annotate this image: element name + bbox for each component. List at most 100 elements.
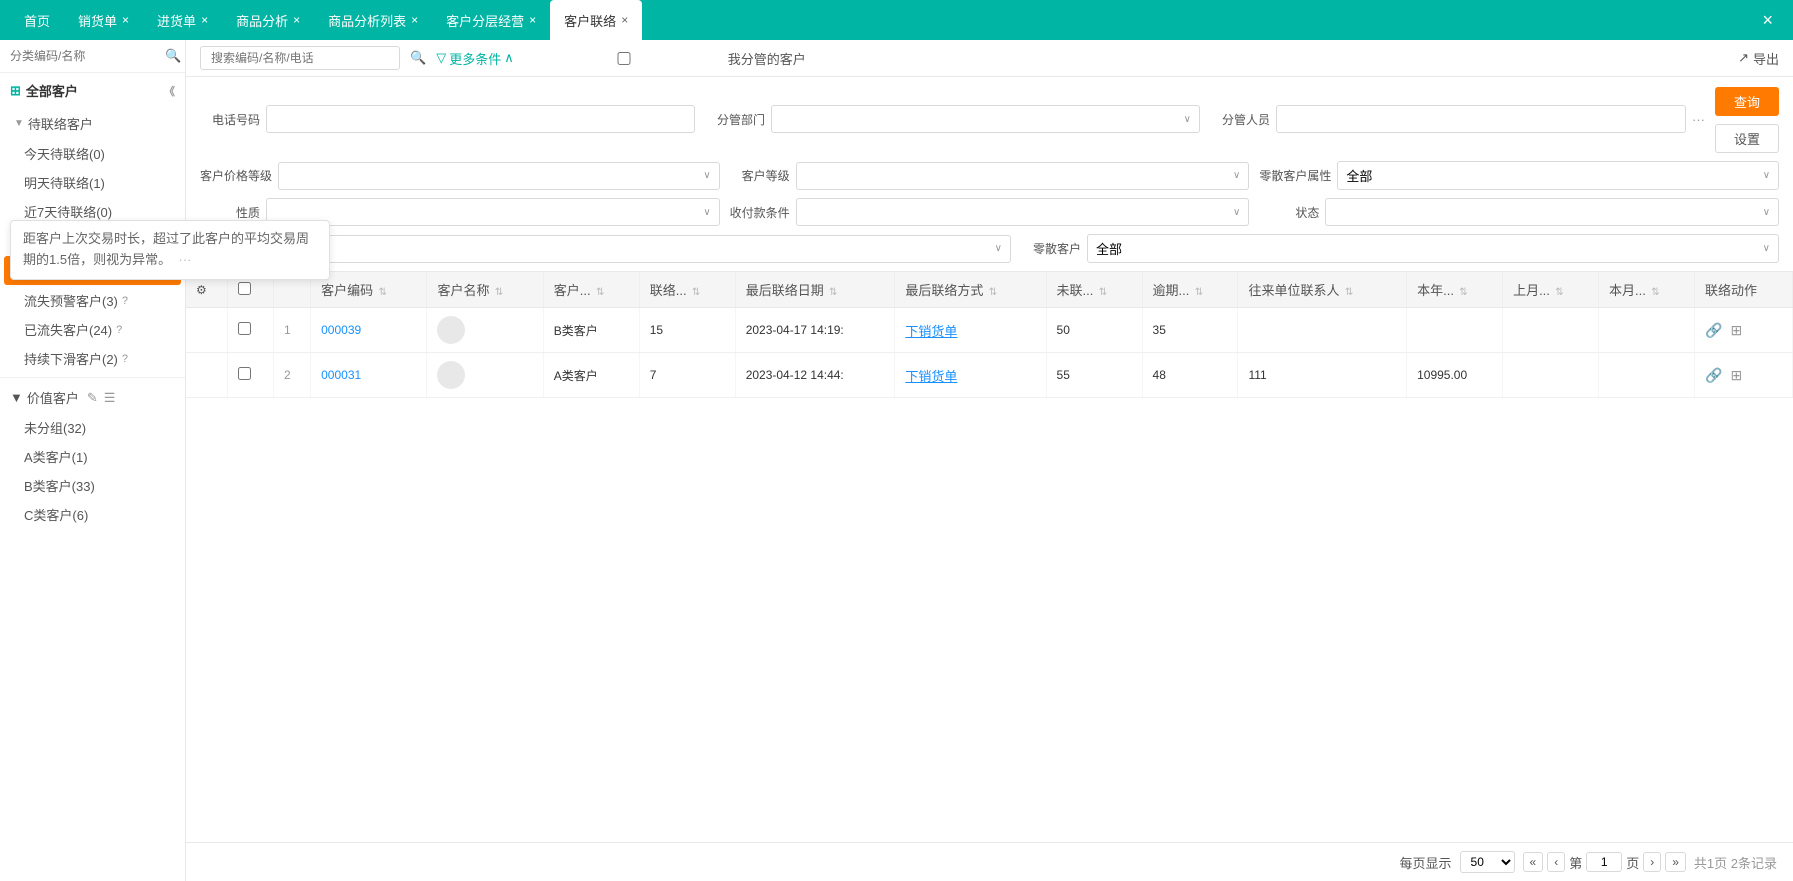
all-customers-header[interactable]: ⊞ 全部客户 《 xyxy=(0,73,185,108)
search-input[interactable] xyxy=(200,46,400,70)
sidebar-churned[interactable]: 已流失客户(24) ? xyxy=(0,315,185,344)
first-page-btn[interactable]: « xyxy=(1523,852,1544,872)
phone-input[interactable] xyxy=(266,105,695,133)
tri-icon: ▼ xyxy=(14,118,24,129)
col-last-date[interactable]: 最后联络日期 ⇅ xyxy=(735,272,895,308)
sidebar-search-input[interactable] xyxy=(10,49,165,63)
nav-analysis[interactable]: 商品分析 × xyxy=(222,0,314,40)
sidebar-a-class[interactable]: A类客户(1) xyxy=(0,442,185,471)
nav-analysis-list[interactable]: 商品分析列表 × xyxy=(314,0,432,40)
row1-link-icon[interactable]: 🔗 xyxy=(1705,322,1722,339)
customer-grade-chevron: ∨ xyxy=(1233,170,1240,181)
pending-contact-header[interactable]: ▼ 待联络客户 xyxy=(0,108,185,139)
col-this-month[interactable]: 本月... ⇅ xyxy=(1599,272,1695,308)
col-last-month[interactable]: 上月... ⇅ xyxy=(1503,272,1599,308)
scatter-customer-chevron: ∨ xyxy=(1763,243,1770,254)
nav-sales[interactable]: 销货单 × xyxy=(64,0,143,40)
col-last-method[interactable]: 最后联络方式 ⇅ xyxy=(895,272,1046,308)
price-grade-select[interactable]: ∨ xyxy=(278,162,720,190)
manager-dots[interactable]: ··· xyxy=(1692,112,1705,127)
sidebar-search-icon[interactable]: 🔍 xyxy=(165,48,181,64)
row2-qr-icon[interactable]: ⊞ xyxy=(1730,367,1742,384)
nature-select[interactable]: ∨ xyxy=(266,198,720,226)
nav-close-sales[interactable]: × xyxy=(122,13,129,27)
row1-code[interactable]: 000039 xyxy=(311,308,427,353)
payment-chevron: ∨ xyxy=(1233,207,1240,218)
content-area: 🔍 ▽ 更多条件 ∧ 我分管的客户 ↗ 导出 电话号码 xyxy=(186,40,1793,881)
nav-close-customer-tier[interactable]: × xyxy=(529,13,536,27)
config-icon[interactable]: ☰ xyxy=(104,390,116,406)
nav-close-all[interactable]: × xyxy=(1752,10,1783,31)
row1-check[interactable] xyxy=(238,322,251,335)
customer-grade-label: 客户等级 xyxy=(730,167,790,184)
nav-close-purchase[interactable]: × xyxy=(201,13,208,27)
col-unreturned[interactable]: 未联... ⇅ xyxy=(1046,272,1142,308)
col-action: 联络动作 xyxy=(1695,272,1793,308)
row2-last-method[interactable]: 下销货单 xyxy=(895,353,1046,398)
next-page-btn[interactable]: › xyxy=(1643,852,1661,872)
col-contact[interactable]: 联络... ⇅ xyxy=(639,272,735,308)
sort-overdue-icon: ⇅ xyxy=(1195,287,1203,298)
col-overdue[interactable]: 逾期... ⇅ xyxy=(1142,272,1238,308)
nav-close-customer-contact[interactable]: × xyxy=(621,13,628,27)
row1-qr-icon[interactable]: ⊞ xyxy=(1730,322,1742,339)
sidebar-churn-warning[interactable]: 流失预警客户(3) ? xyxy=(0,286,185,315)
last-page-btn[interactable]: » xyxy=(1665,852,1686,872)
nav-customer-tier[interactable]: 客户分层经营 × xyxy=(432,0,550,40)
sidebar-c-class[interactable]: C类客户(6) xyxy=(0,500,185,529)
dept-select[interactable]: ∨ xyxy=(771,105,1200,133)
row1-last-method[interactable]: 下销货单 xyxy=(895,308,1046,353)
col-unit-contacts[interactable]: 往来单位联系人 ⇅ xyxy=(1238,272,1407,308)
col-this-year[interactable]: 本年... ⇅ xyxy=(1407,272,1503,308)
row1-method-link[interactable]: 下销货单 xyxy=(905,324,957,339)
main-layout: 🔍 ⊞ 全部客户 《 ▼ 待联络客户 今天待联络(0) 明天待联络(1) 近7天… xyxy=(0,40,1793,881)
nav-purchase[interactable]: 进货单 × xyxy=(143,0,222,40)
col-name[interactable]: 客户名称 ⇅ xyxy=(427,272,543,308)
scatter-customer-select[interactable]: 全部 ∨ xyxy=(1087,234,1779,263)
edit-icon[interactable]: ✎ xyxy=(87,390,98,406)
row1-name xyxy=(427,308,543,353)
my-customers-checkbox[interactable]: 我分管的客户 xyxy=(524,49,806,68)
row2-method-link[interactable]: 下销货单 xyxy=(905,369,957,384)
sidebar-today-contact[interactable]: 今天待联络(0) xyxy=(0,139,185,168)
page-size-select[interactable]: 50 20 100 xyxy=(1460,851,1515,873)
sidebar-tomorrow-contact[interactable]: 明天待联络(1) xyxy=(0,168,185,197)
filter-search-icon[interactable]: 🔍 xyxy=(410,50,426,66)
settings-button[interactable]: 设置 xyxy=(1715,124,1779,153)
value-customer-header[interactable]: ▼ 价值客户 ✎ ☰ xyxy=(0,382,185,413)
my-customers-check[interactable] xyxy=(524,52,724,65)
customer-grade-select[interactable]: ∨ xyxy=(796,162,1250,190)
row2-category: A类客户 xyxy=(543,353,639,398)
manager-input[interactable] xyxy=(1276,105,1686,133)
status-select[interactable]: ∨ xyxy=(1325,198,1779,226)
query-button[interactable]: 查询 xyxy=(1715,87,1779,116)
row1-this-month xyxy=(1599,308,1695,353)
sidebar-declining[interactable]: 持续下滑客户(2) ? xyxy=(0,344,185,373)
sidebar-b-class[interactable]: B类客户(33) xyxy=(0,471,185,500)
row2-check[interactable] xyxy=(238,367,251,380)
col-category[interactable]: 客户... ⇅ xyxy=(543,272,639,308)
nav-close-analysis[interactable]: × xyxy=(293,13,300,27)
scatter-attr-select[interactable]: 全部 ∨ xyxy=(1337,161,1779,190)
phone-label: 电话号码 xyxy=(200,111,260,128)
export-btn[interactable]: ↗ 导出 xyxy=(1738,49,1779,68)
sort-last-date-icon: ⇅ xyxy=(829,287,837,298)
sidebar-ungrouped[interactable]: 未分组(32) xyxy=(0,413,185,442)
row1-avatar xyxy=(437,316,465,344)
nav-close-analysis-list[interactable]: × xyxy=(411,13,418,27)
nav-customer-contact[interactable]: 客户联络 × xyxy=(550,0,642,40)
more-conditions-btn[interactable]: ▽ 更多条件 ∧ xyxy=(436,49,514,68)
nav-home[interactable]: 首页 xyxy=(10,0,64,40)
prev-page-btn[interactable]: ‹ xyxy=(1547,852,1565,872)
customer-type-select[interactable]: ∨ xyxy=(319,235,1011,263)
top-nav: 首页 销货单 × 进货单 × 商品分析 × 商品分析列表 × 客户分层经营 × … xyxy=(0,0,1793,40)
sort-last-method-icon: ⇅ xyxy=(989,287,997,298)
row2-checkbox[interactable] xyxy=(228,353,274,398)
row1-last-date: 2023-04-17 14:19: xyxy=(735,308,895,353)
row1-checkbox[interactable] xyxy=(228,308,274,353)
payment-select[interactable]: ∨ xyxy=(796,198,1250,226)
page-input[interactable] xyxy=(1586,852,1622,872)
row2-link-icon[interactable]: 🔗 xyxy=(1705,367,1722,384)
row2-code[interactable]: 000031 xyxy=(311,353,427,398)
select-all-checkbox[interactable] xyxy=(238,282,251,295)
